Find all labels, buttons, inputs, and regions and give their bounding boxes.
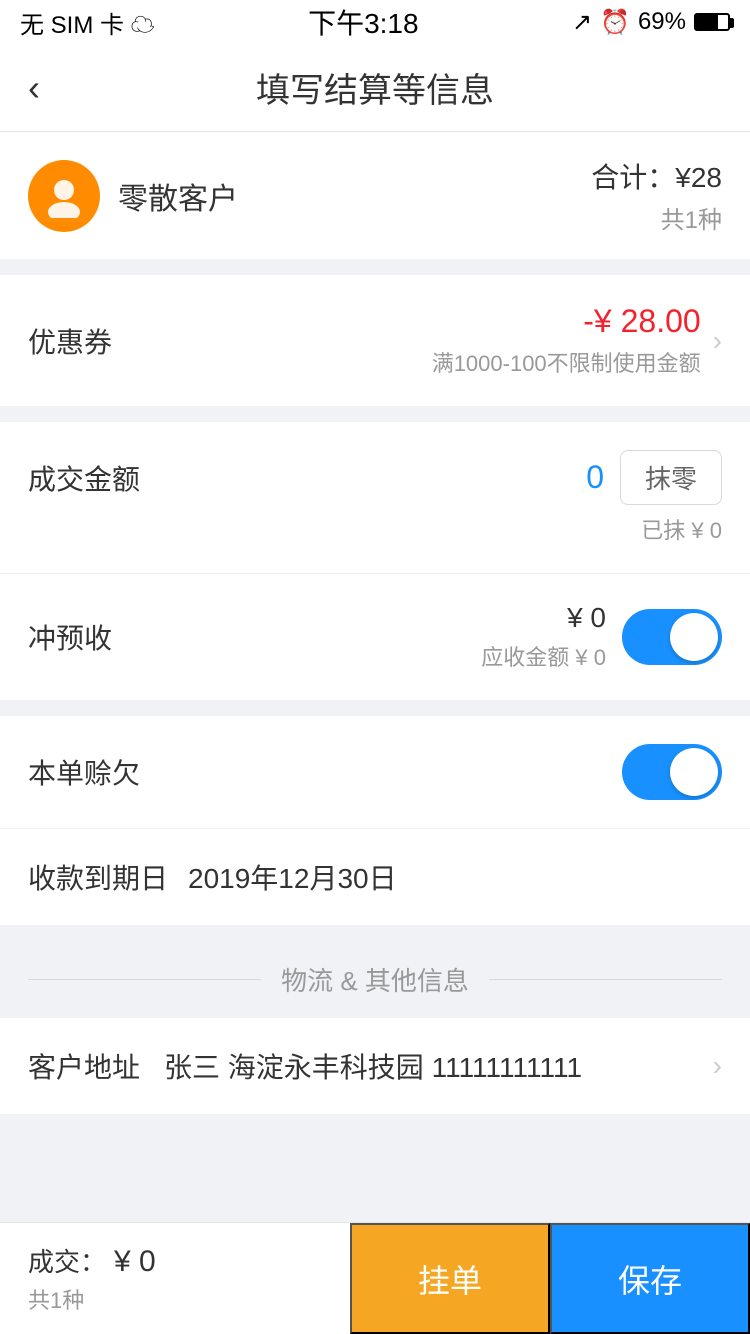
customer-avatar [28,160,100,232]
transaction-right-top: 0 抹零 [544,450,722,505]
status-right: ↗ ⏰ 69% [572,8,730,37]
hang-button[interactable]: 挂单 [350,1223,550,1334]
transaction-top: 成交金额 0 抹零 [28,450,722,505]
address-label: 客户地址 [28,1046,140,1086]
customer-left: 零散客户 [28,160,238,232]
status-left: 无 SIM 卡 ☁ [20,5,155,40]
content-area: 零散客户 合计：¥28 共1种 优惠券 -¥ 28.00 满1000-100不限… [0,132,750,1250]
footer-count: 共1种 [28,1283,322,1315]
debt-toggle-knob [670,748,718,796]
customer-name: 零散客户 [118,174,238,218]
debt-section: 本单赊欠 收款到期日 2019年12月30日 [0,716,750,925]
bottom-footer: 成交： ¥ 0 共1种 挂单 保存 [0,1222,750,1334]
prereceive-label: 冲预收 [28,617,112,657]
debt-toggle[interactable] [622,744,722,800]
coupon-desc: 满1000-100不限制使用金额 [432,346,701,378]
status-bar: 无 SIM 卡 ☁ 下午3:18 ↗ ⏰ 69% [0,0,750,44]
battery-icon [694,13,730,31]
sim-status: 无 SIM 卡 ☁ [20,5,155,40]
debt-row: 本单赊欠 [0,716,750,828]
prereceive-main: ¥ 0 [481,602,606,634]
customer-right: 合计：¥28 共1种 [591,156,722,235]
coupon-row[interactable]: 优惠券 -¥ 28.00 满1000-100不限制使用金额 › [0,275,750,406]
address-chevron-icon: › [713,1050,722,1082]
toggle-knob [670,613,718,661]
address-chevron: › [713,1050,722,1082]
footer-deal-label: 成交： [28,1242,106,1279]
transaction-row: 成交金额 0 抹零 已抹 ¥ 0 [0,422,750,574]
prereceive-right: ¥ 0 应收金额 ¥ 0 [481,602,722,672]
avatar-icon [42,174,86,218]
page-title: 填写结算等信息 [256,63,494,112]
coupon-amount: -¥ 28.00 [432,303,701,340]
battery-status: 69% [638,8,686,36]
logistics-line-left [28,979,261,980]
footer-amount: ¥ 0 [114,1245,156,1279]
address-value: 张三 海淀永丰科技园 11111111111 [164,1046,713,1086]
round-button[interactable]: 抹零 [620,450,722,505]
prereceive-sub: 应收金额 ¥ 0 [481,640,606,672]
back-button[interactable]: ‹ [28,67,40,109]
coupon-label: 优惠券 [28,321,112,361]
status-time: 下午3:18 [308,2,419,42]
debt-label: 本单赊欠 [28,752,140,792]
alarm-icon: ⏰ [600,8,630,37]
prereceive-amounts: ¥ 0 应收金额 ¥ 0 [481,602,606,672]
duedate-value: 2019年12月30日 [188,857,397,897]
duedate-label: 收款到期日 [28,857,168,897]
transaction-sub: 已抹 ¥ 0 [28,513,722,545]
chevron-right-icon: › [713,325,722,357]
transaction-section: 成交金额 0 抹零 已抹 ¥ 0 冲预收 ¥ 0 应收金额 ¥ 0 [0,422,750,700]
duedate-row[interactable]: 收款到期日 2019年12月30日 [0,828,750,925]
coupon-section: 优惠券 -¥ 28.00 满1000-100不限制使用金额 › [0,275,750,406]
prereceive-toggle[interactable] [622,609,722,665]
coupon-right: -¥ 28.00 满1000-100不限制使用金额 › [432,303,722,378]
footer-info: 成交： ¥ 0 共1种 [0,1223,350,1334]
location-icon: ↗ [572,8,592,37]
address-row[interactable]: 客户地址 张三 海淀永丰科技园 11111111111 › [0,1018,750,1114]
logistics-line-right [489,979,722,980]
logistics-header: 物流 & 其他信息 [0,941,750,1018]
total-amount: 合计：¥28 [591,156,722,196]
customer-section: 零散客户 合计：¥28 共1种 [0,132,750,259]
save-button[interactable]: 保存 [550,1223,750,1334]
transaction-value[interactable]: 0 [544,459,604,496]
nav-bar: ‹ 填写结算等信息 [0,44,750,132]
coupon-value-block: -¥ 28.00 满1000-100不限制使用金额 [432,303,701,378]
logistics-title: 物流 & 其他信息 [281,961,469,998]
total-count: 共1种 [591,200,722,235]
prereceive-row: 冲预收 ¥ 0 应收金额 ¥ 0 [0,574,750,700]
transaction-label: 成交金额 [28,458,140,498]
